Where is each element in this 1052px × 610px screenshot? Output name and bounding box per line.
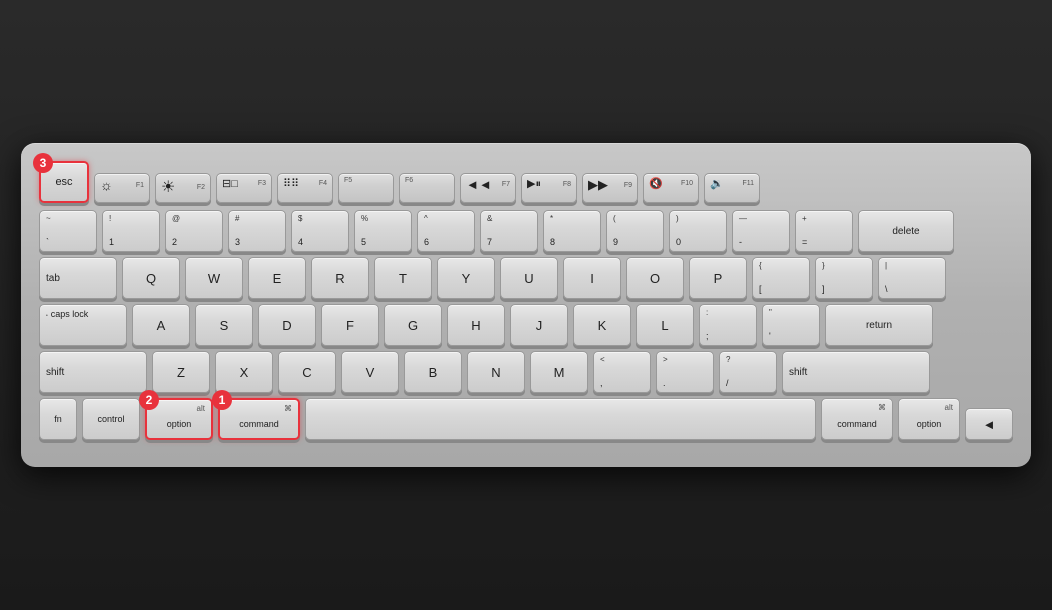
period-key[interactable]: > . [656, 351, 714, 393]
mute-icon: 🔇 [649, 177, 663, 190]
right-command-key[interactable]: ⌘ command [821, 398, 893, 440]
f7-key[interactable]: ◄◄ F7 [460, 173, 516, 203]
y-key[interactable]: Y [437, 257, 495, 299]
left-option-key[interactable]: 2 alt option [145, 398, 213, 440]
esc-label: esc [47, 167, 81, 197]
equals-key[interactable]: + = [795, 210, 853, 252]
k-key[interactable]: K [573, 304, 631, 346]
a-key[interactable]: A [132, 304, 190, 346]
v-key[interactable]: V [341, 351, 399, 393]
x-key[interactable]: X [215, 351, 273, 393]
shift-row: shift Z X C V B N M < , > . ? / shift [39, 351, 1013, 393]
left-command-key[interactable]: 1 ⌘ command [218, 398, 300, 440]
brightness-low-icon: ☼ [100, 177, 113, 193]
badge-3: 3 [33, 153, 53, 173]
f6-key[interactable]: F6 [399, 173, 455, 203]
9-key[interactable]: ( 9 [606, 210, 664, 252]
b-key[interactable]: B [404, 351, 462, 393]
keyboard-container: 3 esc ☼ F1 ☀ F2 ⊟□ F3 [0, 0, 1052, 610]
f8-key[interactable]: ▶⏸ F8 [521, 173, 577, 203]
delete-key[interactable]: delete [858, 210, 954, 252]
qwerty-row: tab Q W E R T Y U I O P { [ } ] | \ [39, 257, 1013, 299]
number-row: ~ ` ! 1 @ 2 # 3 $ 4 % 5 [39, 210, 1013, 252]
e-key[interactable]: E [248, 257, 306, 299]
f5-key[interactable]: F5 [338, 173, 394, 203]
p-key[interactable]: P [689, 257, 747, 299]
4-key[interactable]: $ 4 [291, 210, 349, 252]
tab-key[interactable]: tab [39, 257, 117, 299]
2-key[interactable]: @ 2 [165, 210, 223, 252]
control-key[interactable]: control [82, 398, 140, 440]
fn-key[interactable]: fn [39, 398, 77, 440]
j-key[interactable]: J [510, 304, 568, 346]
left-shift-key[interactable]: shift [39, 351, 147, 393]
g-key[interactable]: G [384, 304, 442, 346]
comma-key[interactable]: < , [593, 351, 651, 393]
o-key[interactable]: O [626, 257, 684, 299]
d-key[interactable]: D [258, 304, 316, 346]
quote-key[interactable]: " ' [762, 304, 820, 346]
i-key[interactable]: I [563, 257, 621, 299]
right-shift-key[interactable]: shift [782, 351, 930, 393]
f3-key[interactable]: ⊟□ F3 [216, 173, 272, 203]
f-key-letter[interactable]: F [321, 304, 379, 346]
m-key[interactable]: M [530, 351, 588, 393]
z-key[interactable]: Z [152, 351, 210, 393]
badge-1: 1 [212, 390, 232, 410]
mission-control-icon: ⊟□ [222, 177, 238, 190]
f11-key[interactable]: 🔉 F11 [704, 173, 760, 203]
minus-key[interactable]: — - [732, 210, 790, 252]
badge-2: 2 [139, 390, 159, 410]
tilde-key[interactable]: ~ ` [39, 210, 97, 252]
f1-key[interactable]: ☼ F1 [94, 173, 150, 203]
f2-key[interactable]: ☀ F2 [155, 173, 211, 203]
f10-key[interactable]: 🔇 F10 [643, 173, 699, 203]
left-arrow-key[interactable]: ◄ [965, 408, 1013, 440]
bracket-right-key[interactable]: } ] [815, 257, 873, 299]
function-row: 3 esc ☼ F1 ☀ F2 ⊟□ F3 [39, 161, 1013, 203]
s-key[interactable]: S [195, 304, 253, 346]
l-key[interactable]: L [636, 304, 694, 346]
backslash-key[interactable]: | \ [878, 257, 946, 299]
c-key[interactable]: C [278, 351, 336, 393]
r-key[interactable]: R [311, 257, 369, 299]
f9-key[interactable]: ▶▶ F9 [582, 173, 638, 203]
right-option-key[interactable]: alt option [898, 398, 960, 440]
brightness-high-icon: ☀ [161, 177, 175, 197]
return-key[interactable]: return [825, 304, 933, 346]
bracket-left-key[interactable]: { [ [752, 257, 810, 299]
u-key[interactable]: U [500, 257, 558, 299]
q-key[interactable]: Q [122, 257, 180, 299]
bottom-row: fn control 2 alt option 1 ⌘ command ⌘ co… [39, 398, 1013, 440]
volume-down-icon: 🔉 [710, 177, 724, 190]
w-key[interactable]: W [185, 257, 243, 299]
play-pause-icon: ▶⏸ [527, 177, 541, 191]
0-key[interactable]: ) 0 [669, 210, 727, 252]
f4-key[interactable]: ⠿⠿ F4 [277, 173, 333, 203]
keyboard: 3 esc ☼ F1 ☀ F2 ⊟□ F3 [21, 143, 1031, 467]
7-key[interactable]: & 7 [480, 210, 538, 252]
6-key[interactable]: ^ 6 [417, 210, 475, 252]
t-key[interactable]: T [374, 257, 432, 299]
8-key[interactable]: * 8 [543, 210, 601, 252]
launchpad-icon: ⠿⠿ [283, 177, 299, 190]
home-row: • caps lock A S D F G H J K L : ; " ' re… [39, 304, 1013, 346]
3-key[interactable]: # 3 [228, 210, 286, 252]
n-key[interactable]: N [467, 351, 525, 393]
rewind-icon: ◄◄ [466, 177, 492, 192]
semicolon-key[interactable]: : ; [699, 304, 757, 346]
fast-forward-icon: ▶▶ [588, 177, 608, 193]
space-key[interactable] [305, 398, 816, 440]
slash-key[interactable]: ? / [719, 351, 777, 393]
1-key[interactable]: ! 1 [102, 210, 160, 252]
esc-key[interactable]: 3 esc [39, 161, 89, 203]
5-key[interactable]: % 5 [354, 210, 412, 252]
caps-lock-key[interactable]: • caps lock [39, 304, 127, 346]
h-key[interactable]: H [447, 304, 505, 346]
